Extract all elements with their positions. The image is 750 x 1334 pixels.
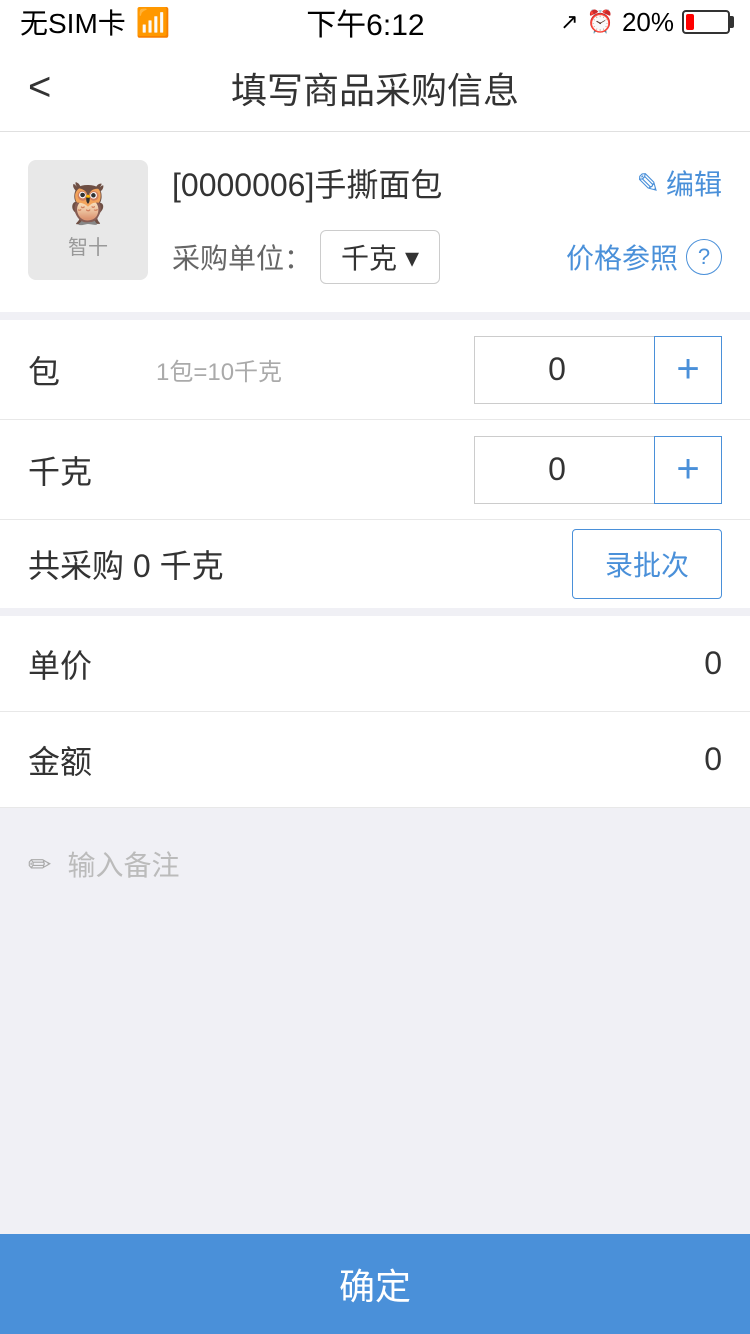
purchase-unit-label: 采购单位： — [172, 237, 312, 277]
unit-price-value: 0 — [704, 645, 722, 682]
note-area[interactable]: ✏ 输入备注 — [0, 816, 750, 912]
help-icon: ? — [686, 239, 722, 275]
back-button[interactable]: < — [28, 65, 51, 110]
total-label: 共采购 — [28, 548, 124, 584]
price-ref-button[interactable]: 价格参照 ? — [566, 237, 722, 277]
product-info: [0000006]手撕面包 ✎ 编辑 采购单位： 千克 ▾ 价格参照 ? — [172, 160, 722, 284]
kg-label: 千克 — [28, 447, 148, 493]
status-bar: 无SIM卡 📶 下午6:12 ↗ ⏰ 20% — [0, 0, 750, 44]
edit-label: 编辑 — [666, 163, 722, 203]
status-time: 下午6:12 — [306, 0, 424, 44]
content-filler — [0, 912, 750, 1212]
kg-qty-input[interactable] — [474, 436, 654, 504]
kg-plus-button[interactable]: + — [654, 436, 722, 504]
kg-qty-wrap: + — [474, 436, 722, 504]
bag-qty-input[interactable] — [474, 336, 654, 404]
pencil-icon: ✏ — [28, 848, 51, 881]
bag-row: 包 1包=10千克 + — [0, 320, 750, 420]
edit-button[interactable]: ✎ 编辑 — [637, 163, 722, 203]
page-title: 填写商品采购信息 — [231, 62, 519, 114]
price-ref-label: 价格参照 — [566, 237, 678, 277]
batch-button[interactable]: 录批次 — [572, 529, 722, 599]
bag-plus-button[interactable]: + — [654, 336, 722, 404]
chevron-down-icon: ▾ — [405, 241, 419, 274]
nav-bar: < 填写商品采购信息 — [0, 44, 750, 132]
bag-qty-wrap: + — [474, 336, 722, 404]
status-right: ↗ ⏰ 20% — [560, 7, 730, 38]
edit-icon: ✎ — [637, 167, 660, 200]
battery-icon — [682, 10, 730, 34]
wifi-icon: 📶 — [136, 6, 171, 39]
quantity-section: 包 1包=10千克 + 千克 + — [0, 320, 750, 520]
amount-label: 金额 — [28, 737, 704, 783]
section-separator — [0, 808, 750, 816]
total-text: 共采购 0 千克 — [28, 541, 572, 587]
status-left: 无SIM卡 📶 — [20, 2, 171, 42]
carrier-text: 无SIM卡 — [20, 2, 126, 42]
alarm-icon: ⏰ — [587, 9, 614, 35]
confirm-bar[interactable]: 确定 — [0, 1234, 750, 1334]
total-value: 0 — [133, 548, 151, 584]
product-thumbnail: 🦉 智十 — [28, 160, 148, 280]
amount-row: 金额 0 — [0, 712, 750, 808]
amount-value: 0 — [704, 741, 722, 778]
location-icon: ↗ — [560, 9, 578, 35]
confirm-label: 确定 — [339, 1258, 411, 1310]
purchase-unit-row: 采购单位： 千克 ▾ 价格参照 ? — [172, 230, 722, 284]
total-unit: 千克 — [160, 548, 224, 584]
note-placeholder: 输入备注 — [67, 844, 179, 884]
product-name-row: [0000006]手撕面包 ✎ 编辑 — [172, 160, 722, 206]
unit-price-label: 单价 — [28, 641, 704, 687]
unit-price-row: 单价 0 — [0, 616, 750, 712]
product-name: [0000006]手撕面包 — [172, 160, 442, 206]
battery-percent: 20% — [622, 7, 674, 38]
total-row: 共采购 0 千克 录批次 — [0, 520, 750, 616]
price-section: 单价 0 金额 0 — [0, 616, 750, 808]
product-card: 🦉 智十 [0000006]手撕面包 ✎ 编辑 采购单位： 千克 ▾ 价格参照 … — [0, 132, 750, 320]
bag-label: 包 — [28, 347, 148, 393]
product-thumb-label: 智十 — [68, 231, 108, 260]
kg-row: 千克 + — [0, 420, 750, 520]
bag-sublabel: 1包=10千克 — [156, 352, 282, 387]
product-icon: 🦉 — [63, 180, 113, 227]
unit-selector[interactable]: 千克 ▾ — [320, 230, 440, 284]
unit-value: 千克 — [341, 237, 397, 277]
